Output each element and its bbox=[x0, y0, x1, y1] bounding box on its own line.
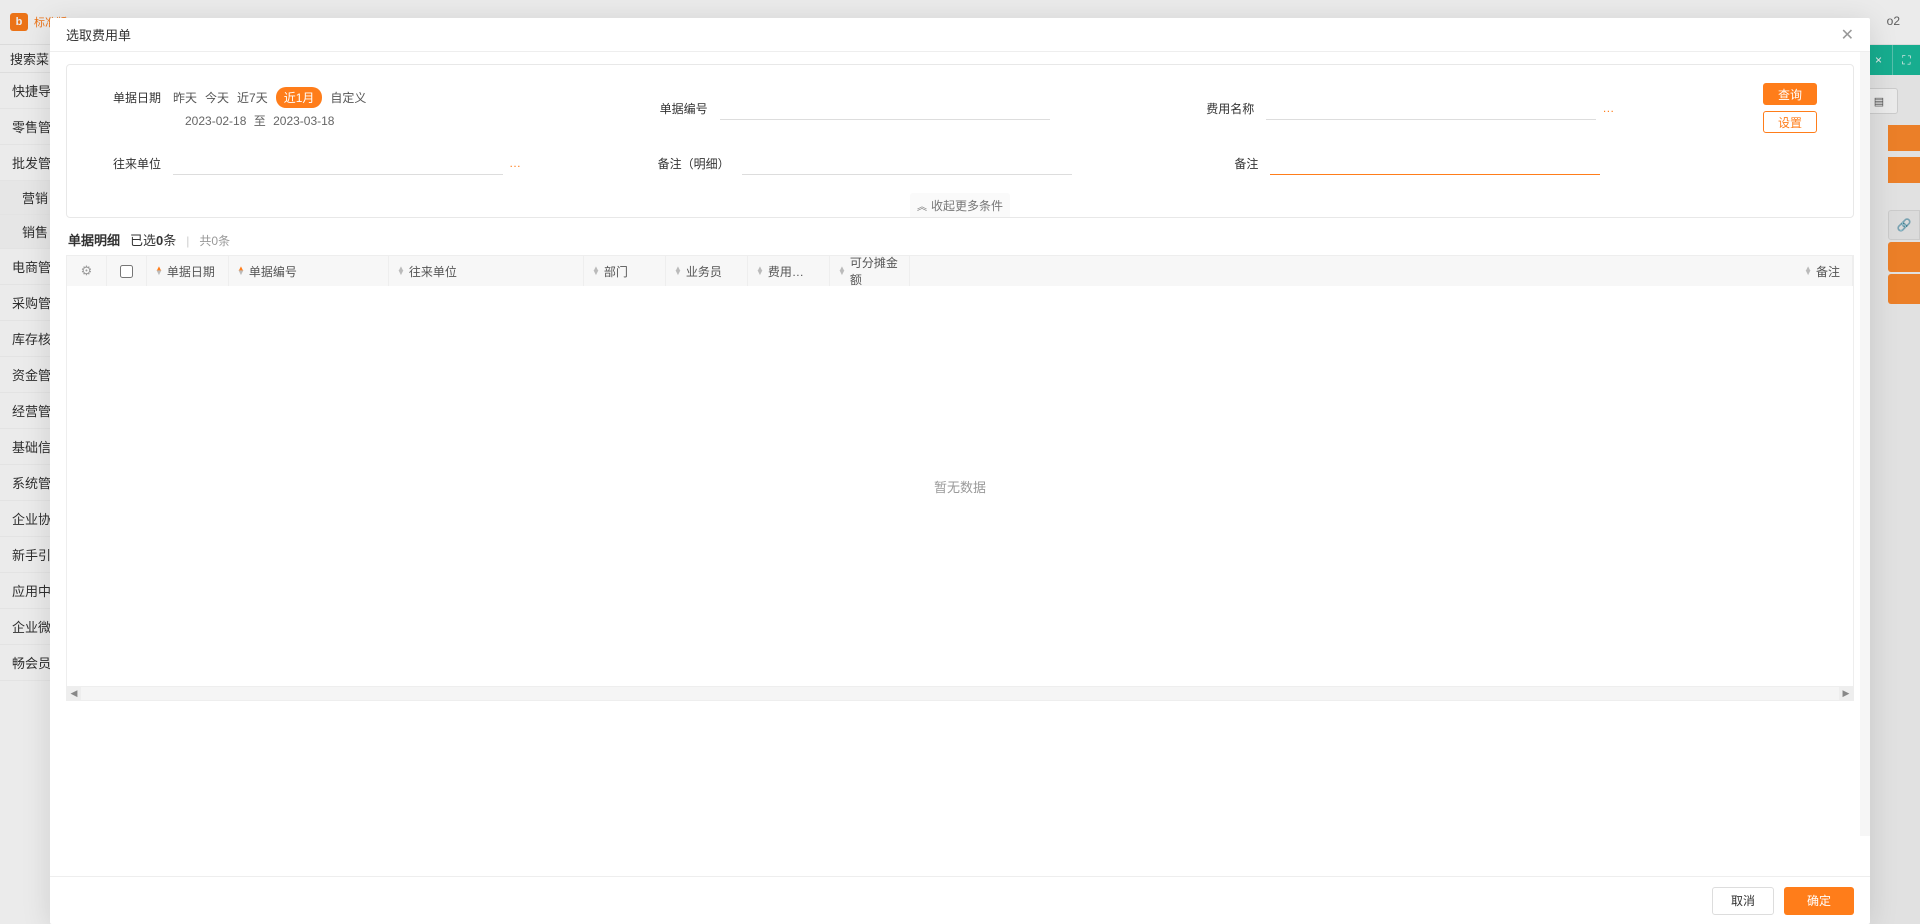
col-note[interactable]: ▲▼备注 bbox=[910, 256, 1853, 286]
filter-label-cost-name: 费用名称 bbox=[1196, 100, 1266, 117]
note-input[interactable] bbox=[1270, 151, 1600, 175]
collapse-filters-button[interactable]: ︽ 收起更多条件 bbox=[910, 193, 1010, 217]
cost-name-input[interactable] bbox=[1266, 96, 1596, 120]
col-number[interactable]: ▲▼单据编号 bbox=[229, 256, 389, 286]
detail-table: ⚙ ▲▼单据日期 ▲▼单据编号 ▲▼往来单位 ▲▼部门 ▲▼业务员 ▲▼费用… … bbox=[66, 255, 1854, 687]
scrollbar-vertical[interactable] bbox=[1860, 52, 1870, 836]
ok-button[interactable]: 确定 bbox=[1784, 887, 1854, 915]
filter-label-note: 备注 bbox=[1200, 155, 1270, 172]
filter-label-date: 单据日期 bbox=[103, 89, 173, 106]
col-cost[interactable]: ▲▼费用… bbox=[748, 256, 830, 286]
detail-header: 单据明细 已选0条 | 共0条 bbox=[66, 230, 1854, 249]
col-dept[interactable]: ▲▼部门 bbox=[584, 256, 666, 286]
cancel-button[interactable]: 取消 bbox=[1712, 887, 1774, 915]
query-button[interactable]: 查询 bbox=[1763, 83, 1817, 105]
select-cost-bill-modal: 选取费用单 ✕ 单据日期 昨天今天近7天近1月自定义 2023-02-18 至 … bbox=[50, 18, 1870, 924]
selected-count-label: 已选0条 bbox=[130, 230, 176, 249]
filter-label-number: 单据编号 bbox=[650, 100, 720, 117]
chevron-up-icon: ︽ bbox=[917, 198, 927, 213]
close-icon[interactable]: ✕ bbox=[1841, 25, 1854, 45]
col-share[interactable]: ▲▼可分摊金额 bbox=[830, 256, 910, 286]
date-option[interactable]: 近7天 bbox=[237, 89, 268, 106]
detail-tab[interactable]: 单据明细 bbox=[68, 230, 120, 249]
unit-lookup-icon[interactable]: … bbox=[503, 156, 527, 170]
modal-title: 选取费用单 bbox=[66, 25, 131, 44]
date-sep: 至 bbox=[254, 114, 266, 128]
modal-footer: 取消 确定 bbox=[50, 876, 1870, 924]
date-option[interactable]: 昨天 bbox=[173, 89, 197, 106]
total-count-label: 共0条 bbox=[199, 232, 230, 249]
unit-input[interactable] bbox=[173, 151, 503, 175]
filter-label-unit: 往来单位 bbox=[103, 155, 173, 172]
filter-panel: 单据日期 昨天今天近7天近1月自定义 2023-02-18 至 2023-03-… bbox=[66, 64, 1854, 218]
date-from: 2023-02-18 bbox=[185, 114, 246, 128]
filter-label-note-detail: 备注（明细） bbox=[652, 155, 742, 172]
col-biz[interactable]: ▲▼业务员 bbox=[666, 256, 748, 286]
bill-number-input[interactable] bbox=[720, 96, 1050, 120]
date-option[interactable]: 自定义 bbox=[330, 89, 366, 106]
col-unit[interactable]: ▲▼往来单位 bbox=[389, 256, 584, 286]
modal-header: 选取费用单 ✕ bbox=[50, 18, 1870, 52]
note-detail-input[interactable] bbox=[742, 151, 1072, 175]
column-settings-button[interactable]: ⚙ bbox=[67, 256, 107, 286]
scroll-left-icon[interactable]: ◀ bbox=[67, 687, 81, 700]
gear-icon: ⚙ bbox=[81, 263, 93, 279]
date-option[interactable]: 今天 bbox=[205, 89, 229, 106]
scrollbar-horizontal[interactable]: ◀ ▶ bbox=[66, 687, 1854, 701]
table-header: ⚙ ▲▼单据日期 ▲▼单据编号 ▲▼往来单位 ▲▼部门 ▲▼业务员 ▲▼费用… … bbox=[67, 256, 1853, 286]
date-to: 2023-03-18 bbox=[273, 114, 334, 128]
select-all-checkbox[interactable] bbox=[107, 256, 147, 286]
cost-name-lookup-icon[interactable]: … bbox=[1596, 101, 1620, 115]
scroll-right-icon[interactable]: ▶ bbox=[1839, 687, 1853, 700]
date-range-picker: 昨天今天近7天近1月自定义 bbox=[173, 87, 366, 108]
col-date[interactable]: ▲▼单据日期 bbox=[147, 256, 229, 286]
date-option[interactable]: 近1月 bbox=[276, 87, 323, 108]
table-empty: 暂无数据 bbox=[67, 286, 1853, 686]
settings-button[interactable]: 设置 bbox=[1763, 111, 1817, 133]
modal-body: 单据日期 昨天今天近7天近1月自定义 2023-02-18 至 2023-03-… bbox=[50, 52, 1870, 876]
checkbox[interactable] bbox=[120, 265, 133, 278]
